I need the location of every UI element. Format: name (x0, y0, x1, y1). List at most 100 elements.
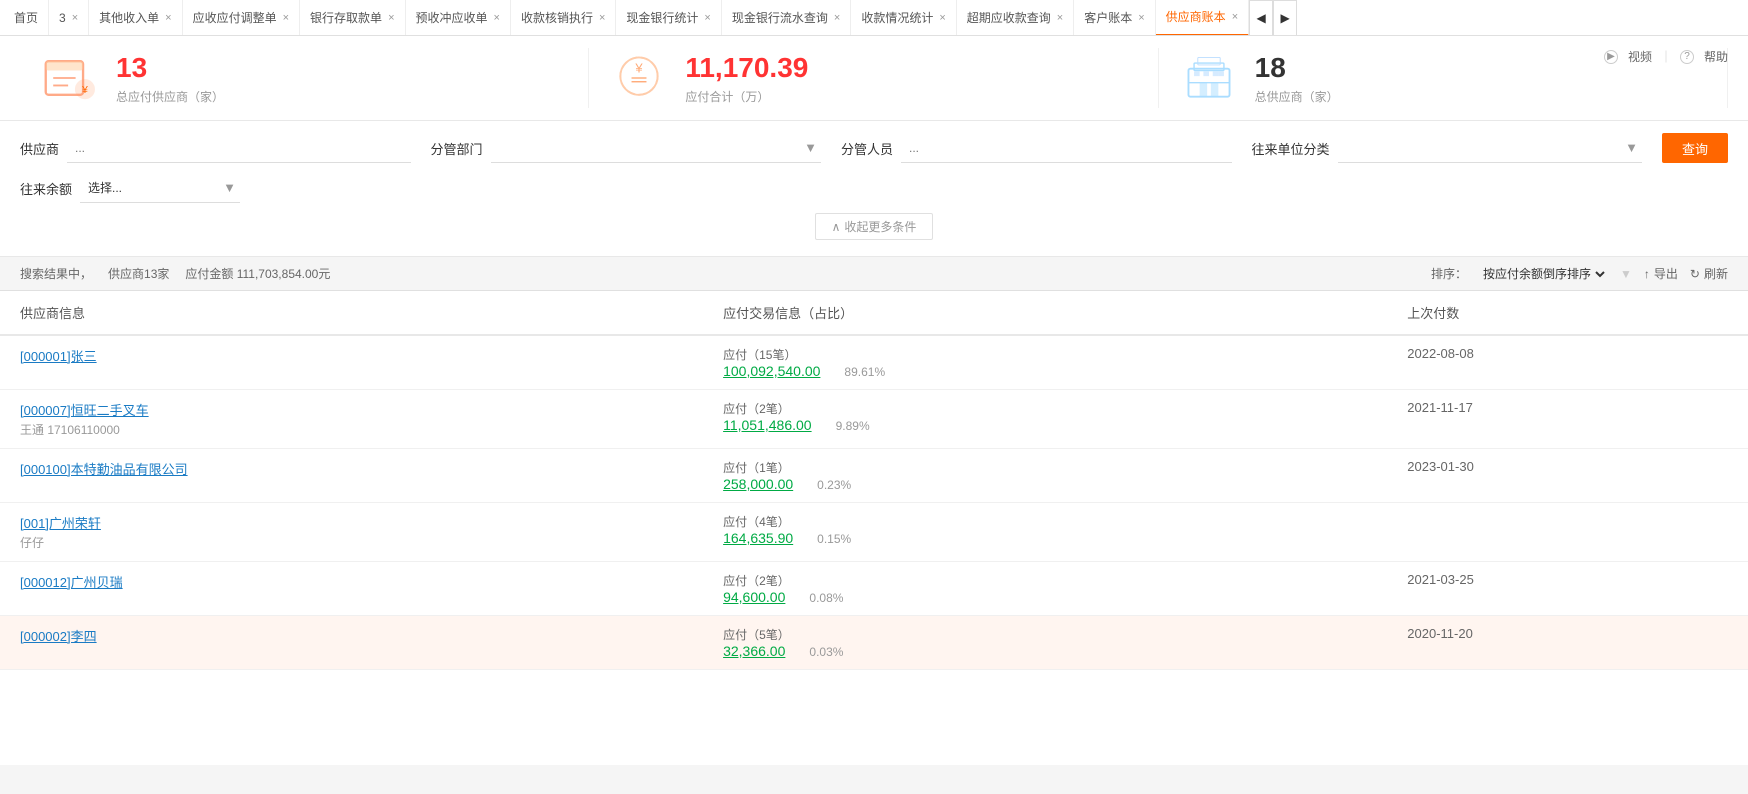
supplier-link-1[interactable]: [000007]恒旺二手叉车 (20, 403, 149, 418)
filter-select-balance[interactable]: 选择... ▼ (80, 173, 240, 203)
nav-tab-ar-ap-adjust-close[interactable]: × (283, 12, 289, 24)
filter-label-unit-class: 往来单位分类 (1252, 139, 1330, 158)
nav-tab-ar-ap-adjust[interactable]: 应收应付调整单 × (183, 0, 300, 36)
nav-tab-collect-verify-label: 收款核销执行 (521, 9, 593, 26)
nav-tab-bank-deposit[interactable]: 银行存取款单 × (300, 0, 405, 36)
nav-tab-collection-stat[interactable]: 收款情况统计 × (851, 0, 956, 36)
nav-tab-overdue-query[interactable]: 超期应收款查询 × (957, 0, 1074, 36)
nav-tab-customer-account-close[interactable]: × (1138, 12, 1144, 24)
supplier-cell-0: [000001]张三 (0, 335, 703, 390)
nav-tab-collect-verify-close[interactable]: × (599, 12, 605, 24)
supplier-link-2[interactable]: [000100]本特勤油品有限公司 (20, 462, 188, 477)
filter-row-2: 往来余额 选择... ▼ (20, 173, 1728, 203)
transaction-label-3: 应付（4笔） (723, 513, 1367, 530)
filter-select-unit-class[interactable]: ▼ (1338, 133, 1642, 163)
transaction-amount-row-5: 32,366.000.03% (723, 643, 1367, 659)
nav-tab-collect-verify[interactable]: 收款核销执行 × (511, 0, 616, 36)
collapse-more-btn[interactable]: ∧ 收起更多条件 (815, 213, 934, 240)
stat-number-payable-amount: 11,170.39 (685, 51, 1137, 85)
filter-select-unit-class-control[interactable] (1338, 141, 1642, 155)
filter-select-balance-control[interactable]: 选择... (80, 181, 240, 195)
supplier-link-0[interactable]: [000001]张三 (20, 349, 97, 364)
transaction-amount-row-3: 164,635.900.15% (723, 530, 1367, 546)
transaction-amount-1[interactable]: 11,051,486.00 (723, 417, 812, 433)
last-payment-cell-0: 2022-08-08 (1387, 335, 1748, 390)
nav-tab-cash-bank-stat-close[interactable]: × (704, 12, 710, 24)
nav-tab-other-income-close[interactable]: × (165, 12, 171, 24)
header-actions: ▶ 视频 ｜ ? 帮助 (1604, 48, 1728, 65)
nav-tab-cash-bank-stat[interactable]: 现金银行统计 × (616, 0, 721, 36)
total-suppliers-icon (1179, 48, 1239, 108)
supplier-link-5[interactable]: [000002]李四 (20, 629, 97, 644)
nav-tab-overdue-query-label: 超期应收款查询 (967, 9, 1051, 26)
filter-label-balance: 往来余额 (20, 179, 72, 198)
query-button[interactable]: 查询 (1662, 133, 1728, 163)
last-payment-value-1: 2021-11-17 (1407, 400, 1473, 415)
nav-tab-other-income[interactable]: 其他收入单 × (89, 0, 182, 36)
nav-tab-supplier-account-close[interactable]: × (1232, 11, 1238, 23)
result-bar-right: 排序： 按应付余额倒序排序 ▼ ↑ 导出 ↻ 刷新 (1431, 265, 1728, 282)
table-row: [000100]本特勤油品有限公司应付（1笔）258,000.000.23%20… (0, 449, 1748, 503)
supplier-link-3[interactable]: [001]广州荣轩 (20, 516, 101, 531)
last-payment-cell-1: 2021-11-17 (1387, 390, 1748, 449)
transaction-amount-0[interactable]: 100,092,540.00 (723, 363, 820, 379)
transaction-amount-4[interactable]: 94,600.00 (723, 589, 785, 605)
video-circle-icon: ▶ (1604, 50, 1618, 64)
stat-label-total-suppliers: 总供应商（家） (1255, 88, 1707, 105)
refresh-button[interactable]: ↻ 刷新 (1690, 265, 1728, 282)
nav-tab-3-label: 3 (59, 11, 66, 25)
nav-tab-supplier-account[interactable]: 供应商账本 × (1156, 0, 1249, 36)
nav-tab-bank-deposit-close[interactable]: × (388, 12, 394, 24)
transaction-amount-5[interactable]: 32,366.00 (723, 643, 785, 659)
filter-select-dept-control[interactable] (491, 141, 821, 155)
transaction-cell-0: 应付（15笔）100,092,540.0089.61% (703, 335, 1387, 390)
transaction-amount-2[interactable]: 258,000.00 (723, 476, 793, 492)
last-payment-cell-2: 2023-01-30 (1387, 449, 1748, 503)
sort-select[interactable]: 按应付余额倒序排序 (1479, 266, 1608, 282)
table-row: [001]广州荣轩仔仔 应付（4笔）164,635.900.15% (0, 503, 1748, 562)
help-link[interactable]: 帮助 (1704, 48, 1728, 65)
nav-tab-other-income-label: 其他收入单 (99, 9, 159, 26)
supplier-cell-1: [000007]恒旺二手叉车王通 17106110000 (0, 390, 703, 449)
transaction-cell-5: 应付（5笔）32,366.000.03% (703, 616, 1387, 670)
nav-tab-collection-stat-close[interactable]: × (939, 12, 945, 24)
nav-tab-advance-collect[interactable]: 预收冲应收单 × (406, 0, 511, 36)
result-bar-left: 搜索结果中， 供应商13家 应付金额 111,703,854.00元 (20, 265, 330, 282)
nav-tab-advance-collect-label: 预收冲应收单 (416, 9, 488, 26)
transaction-label-1: 应付（2笔） (723, 400, 1367, 417)
filter-label-dept: 分管部门 (431, 139, 483, 158)
search-prefix: 搜索结果中， (20, 265, 92, 282)
nav-tab-home[interactable]: 首页 (4, 0, 49, 36)
filter-section: 供应商 分管部门 ▼ 分管人员 往来单位分类 ▼ (0, 121, 1748, 257)
nav-tab-advance-collect-close[interactable]: × (494, 12, 500, 24)
nav-tab-cash-bank-flow-close[interactable]: × (834, 12, 840, 24)
transaction-percent-2: 0.23% (817, 478, 851, 492)
nav-tab-cash-bank-flow[interactable]: 现金银行流水查询 × (722, 0, 851, 36)
transaction-cell-4: 应付（2笔）94,600.000.08% (703, 562, 1387, 616)
nav-tab-cash-bank-stat-label: 现金银行统计 (626, 9, 698, 26)
supplier-cell-3: [001]广州荣轩仔仔 (0, 503, 703, 562)
svg-text:¥: ¥ (81, 85, 88, 96)
nav-tab-overdue-query-close[interactable]: × (1057, 12, 1063, 24)
stat-block-payable-amount: ¥ 11,170.39 应付合计（万） (589, 48, 1158, 108)
collapse-up-icon: ∧ (832, 220, 841, 234)
supplier-link-4[interactable]: [000012]广州贝瑞 (20, 575, 123, 590)
video-link[interactable]: 视频 (1628, 48, 1652, 65)
top-navigation: 首页 3 × 其他收入单 × 应收应付调整单 × 银行存取款单 × 预收冲应收单… (0, 0, 1748, 36)
export-button[interactable]: ↑ 导出 (1644, 265, 1678, 282)
filter-input-person[interactable] (901, 133, 1231, 163)
nav-tab-bank-deposit-label: 银行存取款单 (310, 9, 382, 26)
sort-label: 排序： (1431, 265, 1467, 282)
nav-right-arrow[interactable]: ▶ (1273, 0, 1297, 36)
filter-input-supplier[interactable] (67, 133, 410, 163)
nav-left-arrow[interactable]: ◀ (1249, 0, 1273, 36)
nav-tab-3-close[interactable]: × (72, 12, 78, 24)
filter-label-person: 分管人员 (841, 139, 893, 158)
transaction-cell-1: 应付（2笔）11,051,486.009.89% (703, 390, 1387, 449)
nav-tab-customer-account[interactable]: 客户账本 × (1074, 0, 1155, 36)
transaction-amount-3[interactable]: 164,635.90 (723, 530, 793, 546)
nav-tab-3[interactable]: 3 × (49, 0, 89, 36)
filter-select-dept[interactable]: ▼ (491, 133, 821, 163)
nav-tab-ar-ap-adjust-label: 应收应付调整单 (193, 9, 277, 26)
transaction-label-5: 应付（5笔） (723, 626, 1367, 643)
